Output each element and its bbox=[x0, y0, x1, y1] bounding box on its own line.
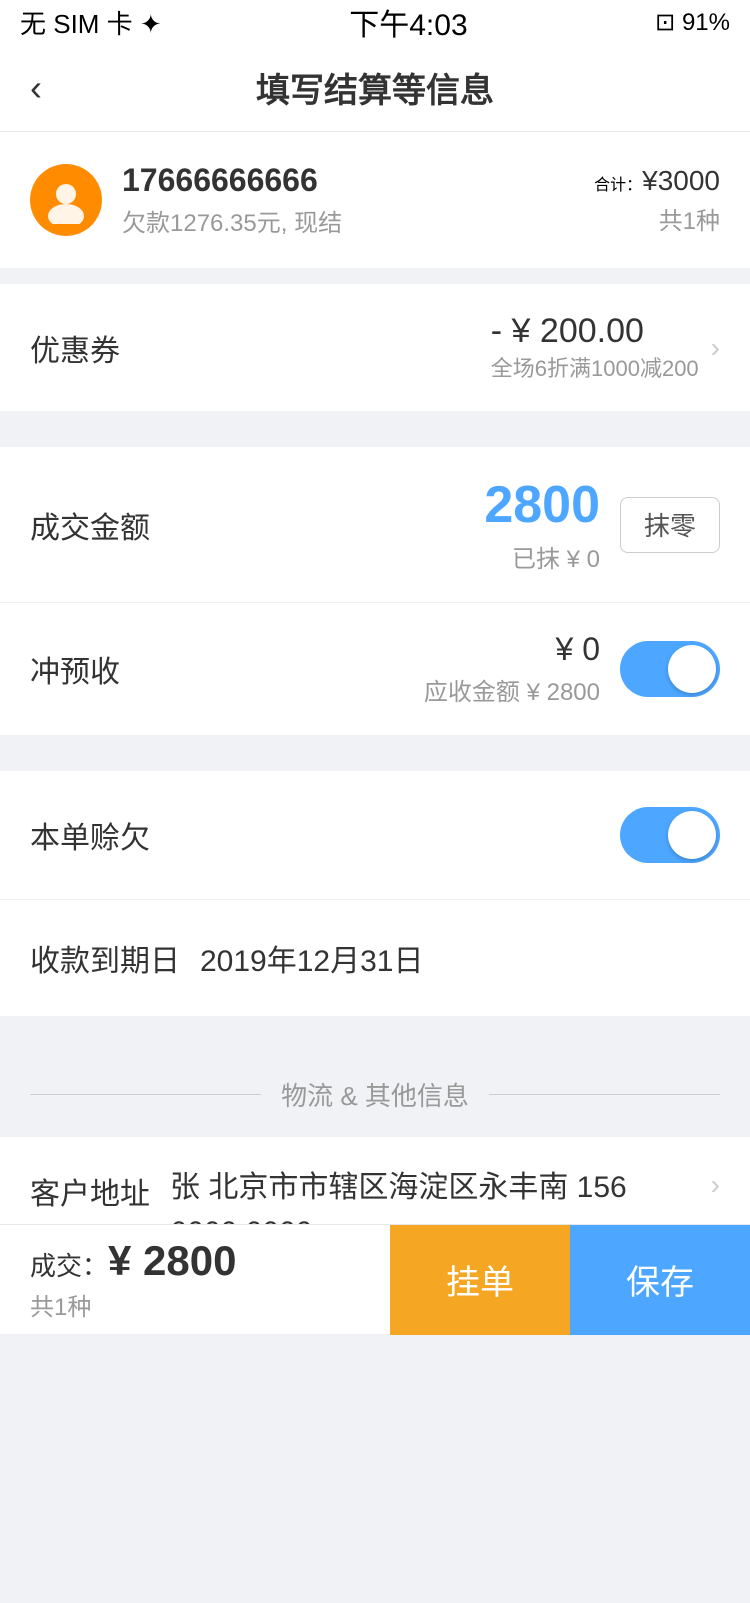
address-label: 客户地址 bbox=[30, 1165, 150, 1213]
user-total: 合计：¥3000 共1种 bbox=[594, 165, 720, 236]
save-button[interactable]: 保存 bbox=[570, 1225, 750, 1335]
back-button[interactable]: ‹ bbox=[30, 67, 42, 109]
due-date-row: 收款到期日 2019年12月31日 bbox=[0, 899, 750, 1016]
due-date-label: 收款到期日 bbox=[30, 936, 180, 980]
due-date-value: 2019年12月31日 bbox=[200, 936, 423, 980]
coupon-discount: - ¥ 200.00 bbox=[491, 312, 699, 351]
divider-line-right bbox=[489, 1094, 720, 1095]
amount-label: 成交金额 bbox=[30, 503, 150, 547]
status-left: 无 SIM 卡 ✦ bbox=[20, 4, 162, 41]
amount-section: 成交金额 2800 已抹 ¥ 0 抹零 冲预收 ¥ 0 应收金额 ¥ 2800 bbox=[0, 447, 750, 735]
user-total-count: 共1种 bbox=[594, 201, 720, 236]
page-title: 填写结算等信息 bbox=[256, 63, 494, 112]
chevron-right-icon: › bbox=[711, 332, 720, 364]
address-arrow-icon: › bbox=[711, 1165, 720, 1201]
user-info-left: 17666666666 欠款1276.35元, 现结 bbox=[30, 162, 342, 238]
debt-row: 本单赊欠 bbox=[0, 771, 750, 899]
user-total-amount: ¥3000 bbox=[642, 165, 720, 196]
nav-bar: ‹ 填写结算等信息 bbox=[0, 44, 750, 132]
coupon-right: - ¥ 200.00 全场6折满1000减200 › bbox=[491, 312, 720, 383]
prepay-sub: 应收金额 ¥ 2800 bbox=[424, 672, 600, 707]
bottom-bar: 成交：¥ 2800 共1种 挂单 保存 bbox=[0, 1224, 750, 1334]
signal-text: 无 SIM 卡 ✦ bbox=[20, 4, 162, 41]
user-card: 17666666666 欠款1276.35元, 现结 合计：¥3000 共1种 bbox=[0, 132, 750, 268]
round-zero-button[interactable]: 抹零 bbox=[620, 497, 720, 553]
deal-label: 成交：¥ 2800 bbox=[30, 1237, 360, 1285]
status-right: ⊡ 91% bbox=[655, 8, 730, 37]
amount-right: 2800 已抹 ¥ 0 抹零 bbox=[484, 475, 720, 574]
prepay-value: ¥ 0 bbox=[424, 631, 600, 668]
coupon-desc: 全场6折满1000减200 bbox=[491, 351, 699, 383]
bottom-summary: 成交：¥ 2800 共1种 bbox=[0, 1237, 390, 1322]
user-phone: 17666666666 bbox=[122, 162, 342, 199]
debt-section: 本单赊欠 收款到期日 2019年12月31日 bbox=[0, 771, 750, 1016]
status-bar: 无 SIM 卡 ✦ 下午4:03 ⊡ 91% bbox=[0, 0, 750, 44]
prepay-label: 冲预收 bbox=[30, 647, 120, 691]
amount-row: 成交金额 2800 已抹 ¥ 0 抹零 bbox=[0, 447, 750, 602]
content-area: 17666666666 欠款1276.35元, 现结 合计：¥3000 共1种 … bbox=[0, 132, 750, 1603]
section-separator bbox=[0, 427, 750, 447]
hang-button[interactable]: 挂单 bbox=[390, 1225, 570, 1335]
prepay-value-block: ¥ 0 应收金额 ¥ 2800 bbox=[424, 631, 600, 707]
debt-label: 本单赊欠 bbox=[30, 813, 150, 857]
toggle-knob bbox=[668, 645, 716, 693]
coupon-label: 优惠券 bbox=[30, 326, 120, 370]
battery-icon: ⊡ 91% bbox=[655, 8, 730, 37]
prepay-row: 冲预收 ¥ 0 应收金额 ¥ 2800 bbox=[0, 602, 750, 735]
amount-sub: 已抹 ¥ 0 bbox=[484, 539, 600, 574]
debt-toggle[interactable] bbox=[620, 807, 720, 863]
coupon-info: - ¥ 200.00 全场6折满1000减200 bbox=[491, 312, 699, 383]
avatar bbox=[30, 164, 102, 236]
user-debt: 欠款1276.35元, 现结 bbox=[122, 203, 342, 238]
logistics-divider: 物流 & 其他信息 bbox=[0, 1052, 750, 1137]
prepay-right: ¥ 0 应收金额 ¥ 2800 bbox=[424, 631, 720, 707]
debt-toggle-knob bbox=[668, 811, 716, 859]
amount-value-block: 2800 已抹 ¥ 0 bbox=[484, 475, 600, 574]
bottom-count: 共1种 bbox=[30, 1287, 360, 1322]
section-separator-2 bbox=[0, 751, 750, 771]
divider-line-left bbox=[30, 1094, 261, 1095]
coupon-row[interactable]: 优惠券 - ¥ 200.00 全场6折满1000减200 › bbox=[0, 284, 750, 411]
amount-value: 2800 bbox=[484, 475, 600, 535]
status-time: 下午4:03 bbox=[349, 0, 467, 44]
logistics-text: 物流 & 其他信息 bbox=[261, 1076, 489, 1113]
user-total-label: 合计：¥3000 bbox=[594, 165, 720, 197]
section-separator-3 bbox=[0, 1032, 750, 1052]
bottom-amount: ¥ 2800 bbox=[108, 1237, 236, 1284]
user-details: 17666666666 欠款1276.35元, 现结 bbox=[122, 162, 342, 238]
prepay-toggle[interactable] bbox=[620, 641, 720, 697]
